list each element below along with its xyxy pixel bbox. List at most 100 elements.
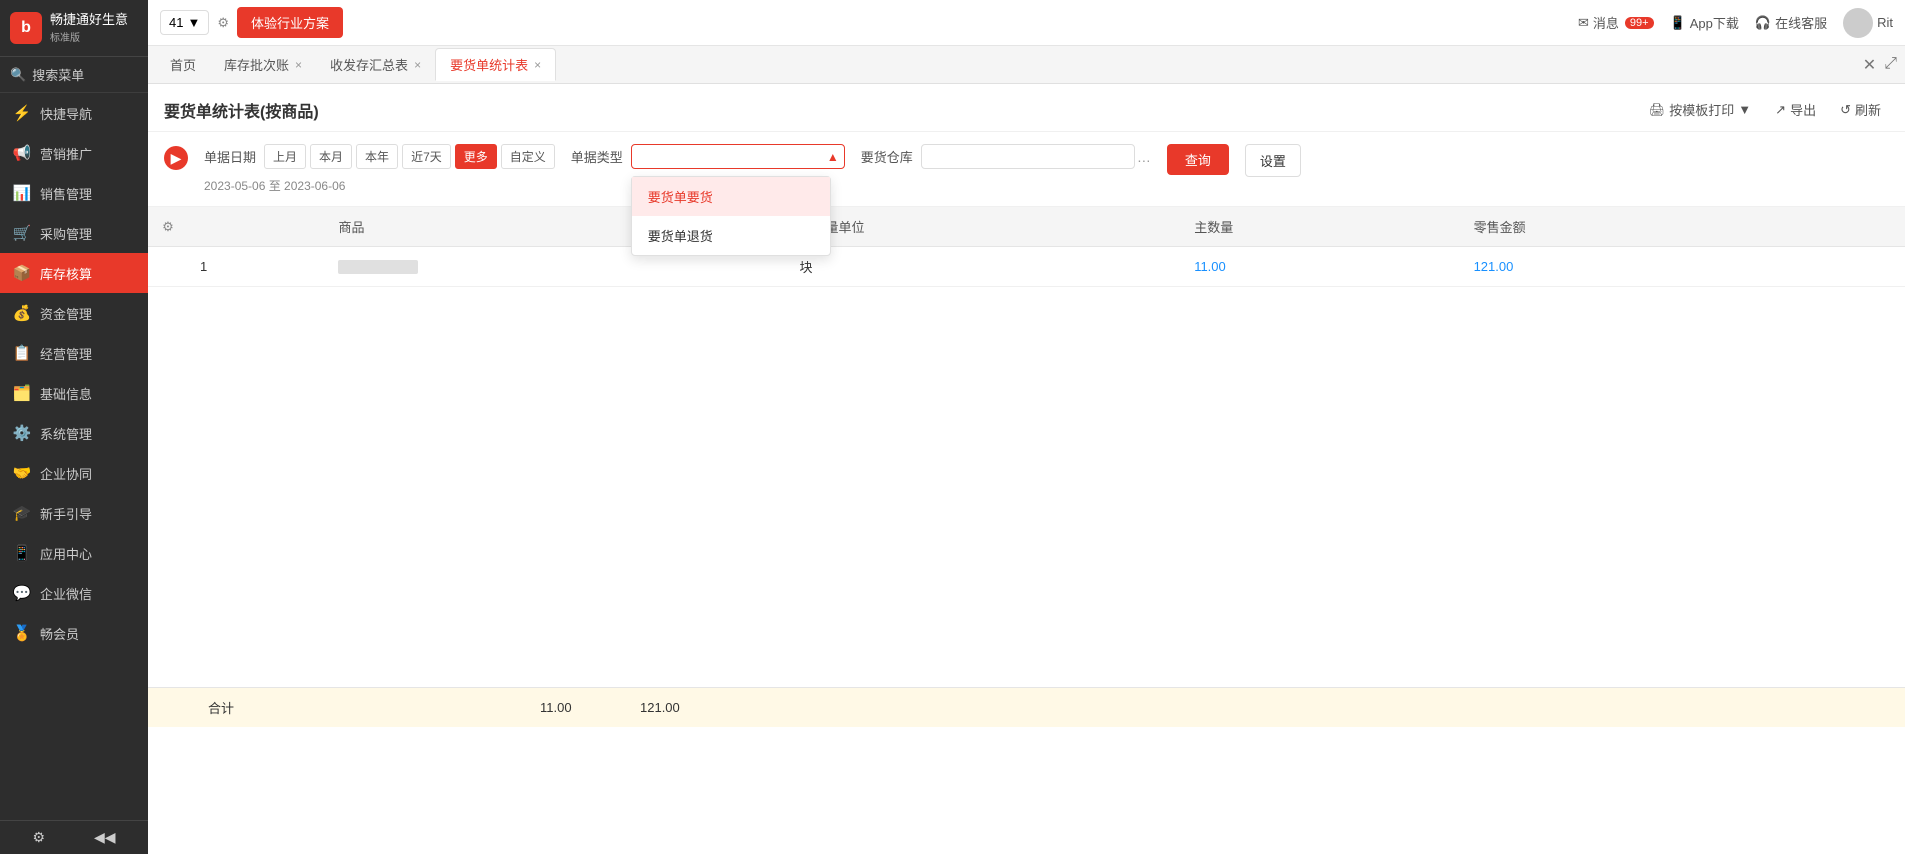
sidebar-bottom: ⚙ ◀◀ [0,820,148,854]
expand-tab-btn[interactable]: ⤢ [1884,55,1897,75]
dropdown-item-order-return[interactable]: 要货单退货 [632,216,830,255]
tab-collect-summary-close[interactable]: × [414,58,421,72]
sidebar-item-label: 企业协同 [40,464,92,483]
tab-inventory-batch[interactable]: 库存批次账 × [210,49,316,80]
last-7-days-btn[interactable]: 近7天 [402,144,451,169]
th-extra [1799,207,1905,247]
sidebar-item-enterprise[interactable]: 🤝 企业协同 [0,453,148,493]
message-badge: 99+ [1625,17,1654,29]
sidebar-collapse-btn[interactable]: ◀◀ [94,829,116,846]
export-icon: ↗ [1775,102,1786,118]
print-arrow-icon: ▼ [1738,102,1751,117]
more-dates-btn[interactable]: 更多 [455,144,497,169]
logo-icon: b [10,12,42,44]
app-download-btn[interactable]: 📱 App下载 [1670,13,1739,32]
sidebar-item-sales[interactable]: 📊 销售管理 [0,173,148,213]
empty-space [148,287,1905,687]
purchase-icon: 🛒 [12,223,32,243]
dropdown-arrow-icon: ▼ [187,15,200,30]
online-service-btn[interactable]: 🎧 在线客服 [1755,13,1827,32]
guide-icon: 🎓 [12,503,32,523]
print-icon: 🖨 [1649,102,1666,118]
sidebar-item-label: 营销推广 [40,144,92,163]
sidebar-item-finance[interactable]: 💰 资金管理 [0,293,148,333]
th-amount: 零售金额 [1462,207,1799,247]
export-btn[interactable]: ↗ 导出 [1767,96,1824,123]
app-title: 畅捷通好生意 [50,12,128,29]
this-year-btn[interactable]: 本年 [356,144,398,169]
column-settings-icon[interactable]: ⚙ [162,219,174,234]
custom-date-btn[interactable]: 自定义 [501,144,555,169]
refresh-btn[interactable]: ↺ 刷新 [1832,96,1889,123]
store-selector[interactable]: 41 ▼ [160,10,209,35]
dropdown-item-order-goods[interactable]: 要货单要货 [632,177,830,216]
row-amount: 121.00 [1462,247,1799,287]
print-btn[interactable]: 🖨 按模板打印 ▼ [1641,96,1759,123]
filter-expand-btn[interactable]: ▶ [164,146,188,170]
row-settings [148,247,188,287]
tab-order-summary[interactable]: 要货单统计表 × [435,48,556,81]
page-header: 要货单统计表(按商品) 🖨 按模板打印 ▼ ↗ 导出 ↺ 刷新 [148,84,1905,132]
sidebar-item-label: 基础信息 [40,384,92,403]
type-filter-input[interactable] [631,144,845,169]
settings-btn[interactable]: 设置 [1245,144,1301,177]
sidebar-item-app-center[interactable]: 📱 应用中心 [0,533,148,573]
warehouse-more-icon[interactable]: … [1137,149,1151,165]
footer-quantity: 11.00 [540,700,640,715]
sidebar-item-guide[interactable]: 🎓 新手引导 [0,493,148,533]
row-index: 1 [188,247,326,287]
wechat-icon: 💬 [12,583,32,603]
tab-inventory-batch-close[interactable]: × [295,58,302,72]
tab-home[interactable]: 首页 [156,49,210,80]
sidebar-item-label: 采购管理 [40,224,92,243]
sidebar-item-marketing[interactable]: 📢 营销推广 [0,133,148,173]
row-unit: 块 [788,247,1183,287]
sidebar-item-label: 系统管理 [40,424,92,443]
tab-collect-summary[interactable]: 收发存汇总表 × [316,49,435,80]
this-month-btn[interactable]: 本月 [310,144,352,169]
page-title: 要货单统计表(按商品) [164,98,319,122]
query-btn[interactable]: 查询 [1167,144,1229,175]
type-filter-group: 单据类型 ▲ 要货单要货 要货单退货 [571,144,845,169]
sidebar-item-system[interactable]: ⚙️ 系统管理 [0,413,148,453]
close-all-tabs-btn[interactable]: ✕ [1863,55,1876,75]
sidebar-item-purchase[interactable]: 🛒 采购管理 [0,213,148,253]
main-area: 41 ▼ ⚙ 体验行业方案 ✉ 消息 99+ 📱 App下载 🎧 在线客服 R [148,0,1905,854]
app-logo: b 畅捷通好生意 标准版 [0,0,148,57]
tab-order-summary-close[interactable]: × [534,58,541,72]
sidebar: b 畅捷通好生意 标准版 🔍 搜索菜单 ⚡ 快捷导航 📢 营销推广 📊 销售管理… [0,0,148,854]
page-actions: 🖨 按模板打印 ▼ ↗ 导出 ↺ 刷新 [1641,96,1889,123]
type-input-wrapper: ▲ [631,144,845,169]
user-profile-btn[interactable]: Rit [1843,8,1893,38]
table-container: ⚙ 商品 主计量单位 主数量 零售金额 1 [148,207,1905,287]
sidebar-item-label: 销售管理 [40,184,92,203]
message-btn[interactable]: ✉ 消息 99+ [1578,13,1654,32]
settings-gear-icon[interactable]: ⚙ [217,15,229,31]
sidebar-settings-btn[interactable]: ⚙ [32,829,45,846]
quantity-link[interactable]: 11.00 [1194,259,1226,274]
type-filter-label: 单据类型 [571,147,623,166]
topbar: 41 ▼ ⚙ 体验行业方案 ✉ 消息 99+ 📱 App下载 🎧 在线客服 R [148,0,1905,46]
amount-link[interactable]: 121.00 [1474,259,1514,274]
footer-amount: 121.00 [640,700,740,715]
trial-btn[interactable]: 体验行业方案 [237,7,343,38]
app-center-icon: 📱 [12,543,32,563]
user-avatar [1843,8,1873,38]
sidebar-item-wechat[interactable]: 💬 企业微信 [0,573,148,613]
inventory-icon: 📦 [12,263,32,283]
search-menu[interactable]: 🔍 搜索菜单 [0,57,148,93]
member-icon: 🏅 [12,623,32,643]
warehouse-filter-input[interactable] [921,144,1135,169]
last-month-btn[interactable]: 上月 [264,144,306,169]
sidebar-item-quick-nav[interactable]: ⚡ 快捷导航 [0,93,148,133]
sidebar-item-operations[interactable]: 📋 经营管理 [0,333,148,373]
table-header: ⚙ 商品 主计量单位 主数量 零售金额 [148,207,1905,247]
sidebar-item-base-info[interactable]: 🗂️ 基础信息 [0,373,148,413]
sidebar-item-member[interactable]: 🏅 畅会员 [0,613,148,653]
type-dropdown-arrow-icon[interactable]: ▲ [827,150,839,164]
th-quantity: 主数量 [1182,207,1461,247]
sidebar-item-inventory[interactable]: 📦 库存核算 [0,253,148,293]
sidebar-item-label: 畅会员 [40,624,79,643]
sales-icon: 📊 [12,183,32,203]
online-service-label: 在线客服 [1775,13,1827,32]
